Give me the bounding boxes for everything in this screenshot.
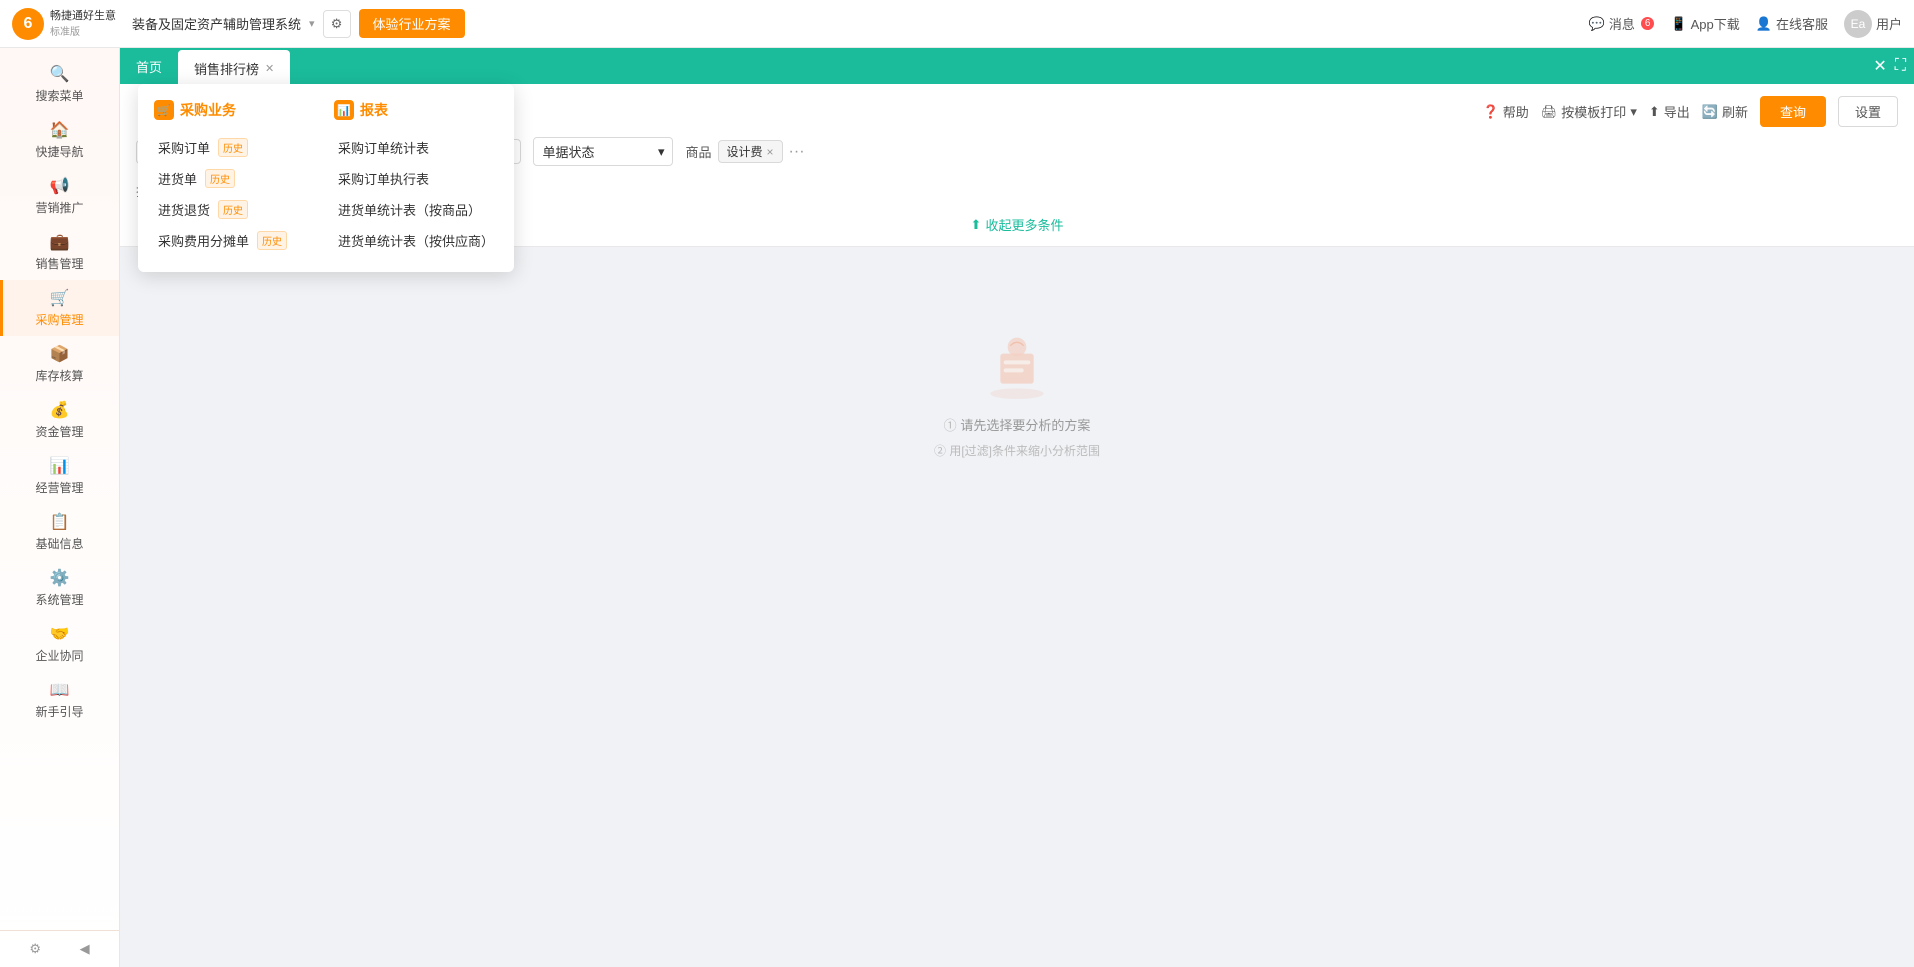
menu-section-purchase: 🛒 采购业务 采购订单 历史 进货单 历史 进货退货 历史 采购费用分摊单 历史 [154,100,294,256]
user-menu[interactable]: Ea 用户 [1844,10,1902,38]
sidebar-item-marketing[interactable]: 📢 营销推广 [0,168,119,224]
search-icon: 🔍 [50,64,70,84]
message-icon: 💬 [1589,16,1605,32]
system-title: 装备及固定资产辅助管理系统 [132,14,301,33]
sidebar-item-purchase[interactable]: 🛒 采购管理 [0,280,119,336]
logo-icon: 6 [12,8,44,40]
guide-icon: 📖 [50,680,70,700]
menu-item-receipt-stats-supplier[interactable]: 进货单统计表（按供应商） [334,225,498,256]
sidebar-item-finance[interactable]: 💰 资金管理 [0,392,119,448]
phone-icon: 📱 [1670,16,1686,32]
report-section-icon: 📊 [334,100,354,120]
logo-text: 畅捷通好生意 标准版 [50,9,116,38]
sidebar-item-system[interactable]: ⚙️ 系统管理 [0,560,119,616]
system-icon: ⚙️ [50,568,70,588]
tab-bar: 首页 销售排行榜 ✕ ✕ ⛶ [120,48,1914,84]
top-header: 6 畅捷通好生意 标准版 装备及固定资产辅助管理系统 ▾ ⚙ 体验行业方案 💬 … [0,0,1914,48]
finance-icon: 💰 [50,400,70,420]
menu-item-goods-receipt[interactable]: 进货单 历史 [154,163,294,194]
sidebar: 🔍 搜索菜单 🏠 快捷导航 📢 营销推广 💼 销售管理 🛒 采购管理 📦 库存核… [0,48,120,967]
sidebar-item-enterprise[interactable]: 🤝 企业协同 [0,616,119,672]
history-badge-1: 历史 [218,138,248,157]
purchase-section-icon: 🛒 [154,100,174,120]
avatar: Ea [1844,10,1872,38]
menu-item-purchase-order-stats[interactable]: 采购订单统计表 [334,132,498,163]
tab-close-icon[interactable]: ✕ [265,62,274,75]
sidebar-item-search[interactable]: 🔍 搜索菜单 [0,56,119,112]
collapse-sidebar-icon[interactable]: ◀ [80,941,90,957]
inventory-icon: 📦 [50,344,70,364]
settings-bottom-icon[interactable]: ⚙ [29,941,41,957]
service-icon: 👤 [1756,16,1772,32]
sidebar-item-basic[interactable]: 📋 基础信息 [0,504,119,560]
menu-section-report: 📊 报表 采购订单统计表 采购订单执行表 进货单统计表（按商品） 进货单统计表（… [334,100,498,256]
online-service-button[interactable]: 👤 在线客服 [1756,14,1828,33]
purchase-icon: 🛒 [50,288,70,308]
message-button[interactable]: 💬 消息 6 [1589,14,1655,33]
menu-item-purchase-expense[interactable]: 采购费用分摊单 历史 [154,225,294,256]
home-icon: 🏠 [50,120,70,140]
industry-button[interactable]: 体验行业方案 [359,9,465,38]
report-section-title: 📊 报表 [334,100,498,120]
settings-icon[interactable]: ⚙ [323,10,351,38]
dropdown-menu: 🛒 采购业务 采购订单 历史 进货单 历史 进货退货 历史 采购费用分摊单 历史 [138,84,514,272]
menu-item-purchase-order[interactable]: 采购订单 历史 [154,132,294,163]
sidebar-bottom: ⚙ ◀ [0,930,119,967]
purchase-section-title: 🛒 采购业务 [154,100,294,120]
sidebar-item-sales[interactable]: 💼 销售管理 [0,224,119,280]
operations-icon: 📊 [50,456,70,476]
tab-maximize-icon[interactable]: ⛶ [1895,57,1906,75]
sidebar-item-nav[interactable]: 🏠 快捷导航 [0,112,119,168]
message-badge: 6 [1641,17,1655,30]
header-right: 💬 消息 6 📱 App下载 👤 在线客服 Ea 用户 [1589,10,1902,38]
sales-icon: 💼 [50,232,70,252]
enterprise-icon: 🤝 [50,624,70,644]
tab-home[interactable]: 首页 [120,48,178,84]
app-download-button[interactable]: 📱 App下载 [1670,14,1739,33]
history-badge-3: 历史 [218,200,248,219]
tab-sales-ranking[interactable]: 销售排行榜 ✕ [178,50,290,86]
sidebar-item-operations[interactable]: 📊 经营管理 [0,448,119,504]
basic-icon: 📋 [50,512,70,532]
menu-item-goods-return[interactable]: 进货退货 历史 [154,194,294,225]
history-badge-4: 历史 [257,231,287,250]
history-badge-2: 历史 [205,169,235,188]
marketing-icon: 📢 [50,176,70,196]
header-mid: 装备及固定资产辅助管理系统 ▾ ⚙ 体验行业方案 [132,9,1589,38]
dropdown-arrow-icon[interactable]: ▾ [309,17,315,30]
menu-item-purchase-order-exec[interactable]: 采购订单执行表 [334,163,498,194]
tab-bar-right: ✕ ⛶ [1873,56,1914,76]
sidebar-item-inventory[interactable]: 📦 库存核算 [0,336,119,392]
dropdown-overlay[interactable]: 🛒 采购业务 采购订单 历史 进货单 历史 进货退货 历史 采购费用分摊单 历史 [120,84,1914,967]
menu-item-receipt-stats-goods[interactable]: 进货单统计表（按商品） [334,194,498,225]
tab-minimize-icon[interactable]: ✕ [1873,56,1886,76]
logo-area: 6 畅捷通好生意 标准版 [12,8,132,40]
sidebar-item-guide[interactable]: 📖 新手引导 [0,672,119,728]
